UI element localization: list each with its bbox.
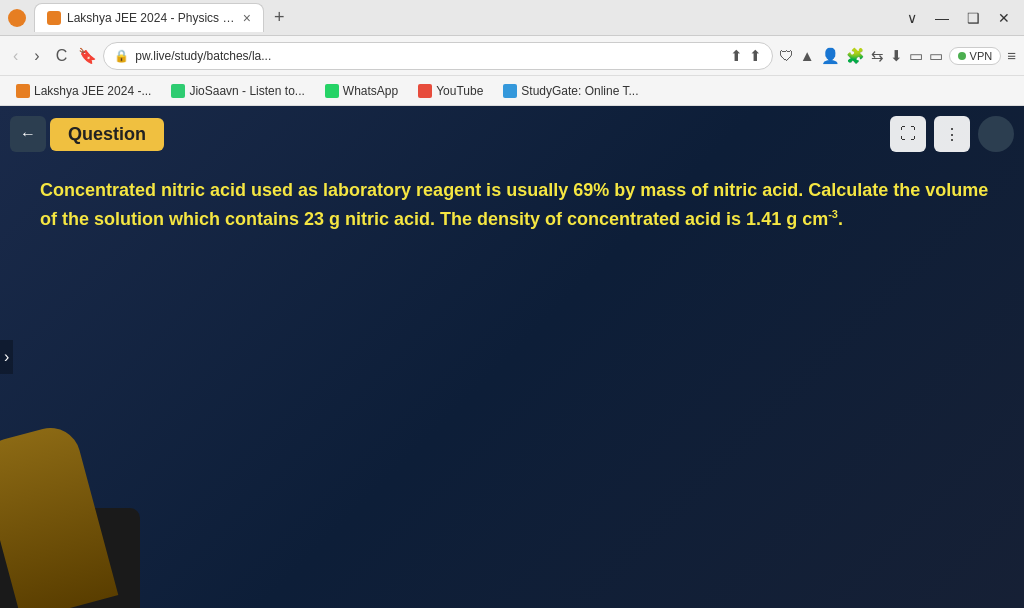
title-bar: Lakshya JEE 2024 - Physics Walla × + ∨ —… (0, 0, 1024, 36)
user-avatar[interactable] (978, 116, 1014, 152)
window-controls: ∨ — ❑ ✕ (901, 8, 1016, 28)
bookmarks-bar: Lakshya JEE 2024 -... JioSaavn - Listen … (0, 76, 1024, 106)
bookmark-studygate[interactable]: StudyGate: Online T... (495, 81, 646, 101)
bookmark-favicon-youtube (418, 84, 432, 98)
bookmark-label-whatsapp: WhatsApp (343, 84, 398, 98)
question-text-area: Concentrated nitric acid used as laborat… (40, 176, 1004, 234)
side-nav-arrow[interactable]: › (0, 340, 13, 374)
question-badge: ← Question (10, 116, 164, 152)
video-area: ← Question ⛶ ⋮ Concentrated nitric acid … (0, 106, 1024, 608)
browser-logo-icon (8, 9, 26, 27)
lock-icon: 🔒 (114, 49, 129, 63)
tablet-icon[interactable]: ▭ (909, 47, 923, 65)
bookmark-page-icon[interactable]: 🔖 (78, 47, 97, 65)
main-content: ← Question ⛶ ⋮ Concentrated nitric acid … (0, 106, 1024, 608)
share-icon[interactable]: ⬆ (730, 47, 743, 65)
more-icon: ⋮ (944, 125, 960, 144)
refresh-button[interactable]: C (51, 45, 73, 67)
close-button[interactable]: ✕ (992, 8, 1016, 28)
back-button[interactable]: ← (10, 116, 46, 152)
tab-title: Lakshya JEE 2024 - Physics Walla (67, 11, 237, 25)
bookmark-favicon-whatsapp (325, 84, 339, 98)
bookmark-youtube[interactable]: YouTube (410, 81, 491, 101)
vpn-label: VPN (970, 50, 993, 62)
bookmark-favicon-jiosaavn (171, 84, 185, 98)
menu-icon[interactable]: ≡ (1007, 47, 1016, 64)
bookmark-lakshya[interactable]: Lakshya JEE 2024 -... (8, 81, 159, 101)
triangle-icon[interactable]: ▲ (800, 47, 815, 64)
instructor-area (0, 388, 160, 608)
shortcuts-icon[interactable]: ⇆ (871, 47, 884, 65)
bookmark-label-studygate: StudyGate: Online T... (521, 84, 638, 98)
tab-favicon (47, 11, 61, 25)
toolbar-right: ⛶ ⋮ (890, 116, 1014, 152)
bookmark-whatsapp[interactable]: WhatsApp (317, 81, 406, 101)
cast-icon[interactable]: ⬆ (749, 47, 762, 65)
screen-icon[interactable]: ▭ (929, 47, 943, 65)
chevron-down-icon[interactable]: ∨ (901, 8, 923, 28)
fullscreen-icon: ⛶ (900, 125, 916, 143)
url-text: pw.live/study/batches/la... (135, 49, 724, 63)
bookmark-jiosaavn[interactable]: JioSaavn - Listen to... (163, 81, 312, 101)
profile-icon[interactable]: 👤 (821, 47, 840, 65)
side-arrow-icon: › (4, 348, 9, 365)
back-button[interactable]: ‹ (8, 45, 23, 67)
minimize-button[interactable]: — (929, 8, 955, 28)
new-tab-button[interactable]: + (274, 7, 285, 28)
bookmark-favicon-studygate (503, 84, 517, 98)
browser-window: Lakshya JEE 2024 - Physics Walla × + ∨ —… (0, 0, 1024, 608)
restore-button[interactable]: ❑ (961, 8, 986, 28)
tab-close-button[interactable]: × (243, 10, 251, 26)
vpn-badge[interactable]: VPN (949, 47, 1002, 65)
video-toolbar: ← Question ⛶ ⋮ (10, 116, 1014, 152)
back-arrow-icon: ← (20, 125, 36, 143)
bookmark-label-jiosaavn: JioSaavn - Listen to... (189, 84, 304, 98)
vpn-status-dot (958, 52, 966, 60)
more-options-button[interactable]: ⋮ (934, 116, 970, 152)
question-label: Question (50, 118, 164, 151)
bookmark-label-lakshya: Lakshya JEE 2024 -... (34, 84, 151, 98)
question-content: Concentrated nitric acid used as laborat… (40, 180, 988, 229)
active-tab[interactable]: Lakshya JEE 2024 - Physics Walla × (34, 3, 264, 32)
forward-button[interactable]: › (29, 45, 44, 67)
fullscreen-button[interactable]: ⛶ (890, 116, 926, 152)
navigation-bar: ‹ › C 🔖 🔒 pw.live/study/batches/la... ⬆ … (0, 36, 1024, 76)
address-bar[interactable]: 🔒 pw.live/study/batches/la... ⬆ ⬆ (103, 42, 773, 70)
bookmark-favicon-lakshya (16, 84, 30, 98)
extensions-icon[interactable]: 🧩 (846, 47, 865, 65)
shield-icon[interactable]: 🛡 (779, 47, 794, 64)
download-icon[interactable]: ⬇ (890, 47, 903, 65)
bookmark-label-youtube: YouTube (436, 84, 483, 98)
